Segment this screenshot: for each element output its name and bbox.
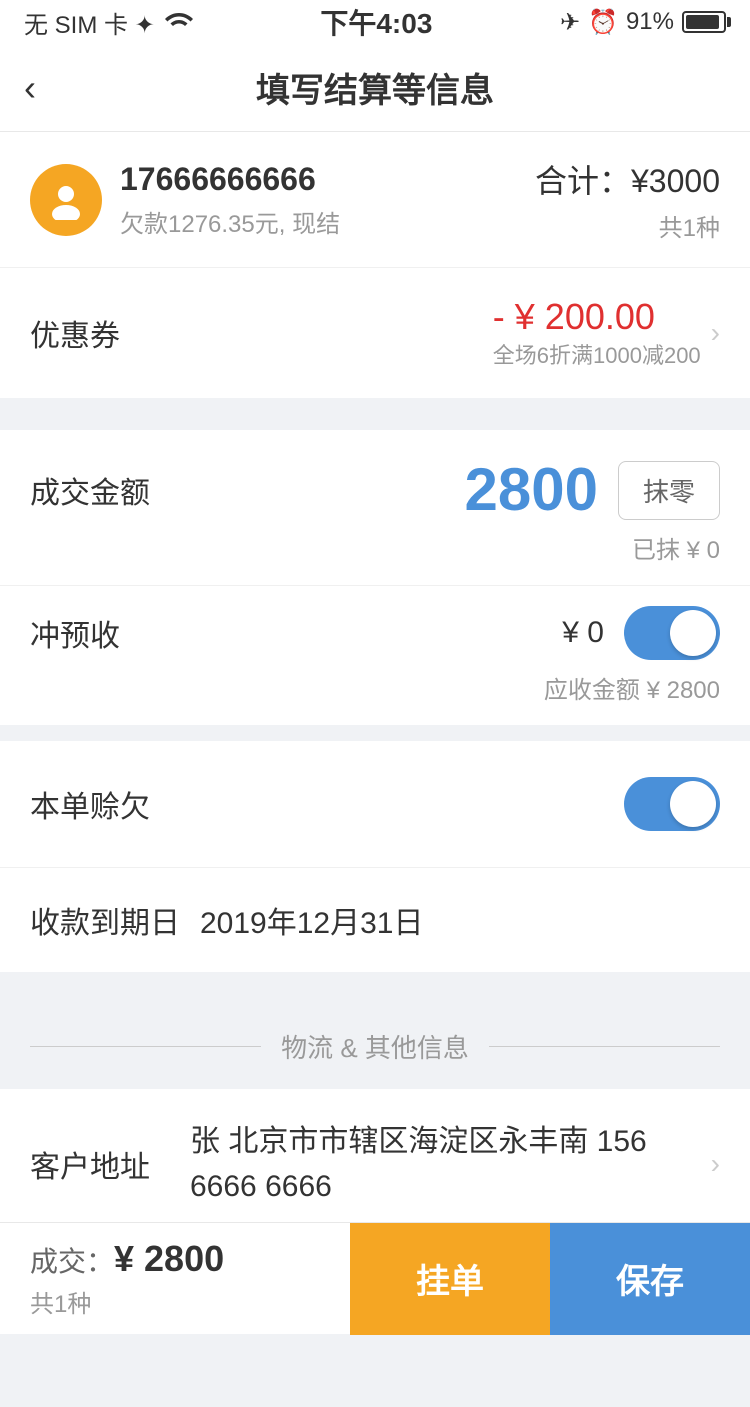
debt-label: 本单赊欠 <box>30 782 150 826</box>
date-label: 收款到期日 <box>30 898 180 942</box>
coupon-right: - ¥ 200.00 全场6折满1000减200 › <box>493 296 720 370</box>
bottom-count: 共1种 <box>30 1284 320 1319</box>
address-value: 张 北京市市辖区海淀区永丰南 156 6666 6666 <box>190 1119 711 1209</box>
advance-toggle[interactable] <box>624 606 720 660</box>
round-button[interactable]: 抹零 <box>618 461 720 520</box>
section-divider-2 <box>0 725 750 741</box>
advance-row: 冲预收 ¥ 0 <box>0 585 750 670</box>
customer-phone: 17666666666 <box>120 161 340 198</box>
status-left: 无 SIM 卡 ✦ <box>24 5 193 40</box>
coupon-chevron-icon: › <box>711 317 720 349</box>
save-button[interactable]: 保存 <box>550 1223 750 1335</box>
date-row: 收款到期日 2019年12月31日 <box>0 867 750 972</box>
avatar <box>30 164 102 236</box>
debt-section: 本单赊欠 收款到期日 2019年12月31日 <box>0 741 750 972</box>
alarm-icon: ⏰ <box>588 8 618 37</box>
status-right: ✈ ⏰ 91% <box>560 8 726 37</box>
deal-sub: 已抹 ¥ 0 <box>0 530 750 585</box>
battery-percent: 91% <box>626 8 674 36</box>
customer-info: 17666666666 欠款1276.35元, 现结 <box>120 161 340 239</box>
nav-bar: ‹ 填写结算等信息 <box>0 44 750 132</box>
status-time: 下午4:03 <box>320 2 432 42</box>
bottom-total-amount: ¥ 2800 <box>114 1238 224 1279</box>
bottom-info: 成交：¥ 2800 共1种 <box>0 1238 350 1319</box>
status-bar: 无 SIM 卡 ✦ 下午4:03 ✈ ⏰ 91% <box>0 0 750 44</box>
address-chevron-icon: › <box>711 1148 720 1180</box>
coupon-amount: - ¥ 200.00 <box>493 296 701 338</box>
sim-icon: 无 SIM 卡 ✦ <box>24 5 155 40</box>
toggle-knob <box>670 610 716 656</box>
coupon-row[interactable]: 优惠券 - ¥ 200.00 全场6折满1000减200 › <box>0 267 750 398</box>
deal-right: 2800 抹零 <box>465 460 721 520</box>
address-label: 客户地址 <box>30 1142 150 1186</box>
advance-right: ¥ 0 <box>562 606 720 660</box>
customer-section: 17666666666 欠款1276.35元, 现结 合计：¥3000 共1种 … <box>0 132 750 398</box>
coupon-desc: 全场6折满1000减200 <box>493 338 701 370</box>
date-value: 2019年12月31日 <box>200 898 423 942</box>
debt-toggle-knob <box>670 781 716 827</box>
logistics-divider: 物流 & 其他信息 <box>0 1004 750 1089</box>
location-icon: ✈ <box>560 8 580 37</box>
battery-icon <box>682 11 726 33</box>
advance-label: 冲预收 <box>30 611 120 655</box>
advance-sub: 应收金额 ¥ 2800 <box>0 670 750 725</box>
deal-row: 成交金额 2800 抹零 <box>0 430 750 530</box>
coupon-label: 优惠券 <box>30 311 120 355</box>
divider-line-right <box>489 1046 720 1047</box>
hold-button[interactable]: 挂单 <box>350 1223 550 1335</box>
deal-section: 成交金额 2800 抹零 已抹 ¥ 0 冲预收 ¥ 0 应收金额 ¥ 2800 <box>0 430 750 725</box>
deal-amount: 2800 <box>465 460 598 520</box>
address-row[interactable]: 客户地址 张 北京市市辖区海淀区永丰南 156 6666 6666 › <box>0 1089 750 1239</box>
content: 17666666666 欠款1276.35元, 现结 合计：¥3000 共1种 … <box>0 132 750 1407</box>
customer-right: 合计：¥3000 共1种 <box>535 156 720 243</box>
bottom-bar: 成交：¥ 2800 共1种 挂单 保存 <box>0 1222 750 1334</box>
customer-left: 17666666666 欠款1276.35元, 现结 <box>30 161 340 239</box>
deal-label: 成交金额 <box>30 468 150 512</box>
address-section: 客户地址 张 北京市市辖区海淀区永丰南 156 6666 6666 › <box>0 1089 750 1239</box>
customer-count: 共1种 <box>535 208 720 243</box>
debt-toggle[interactable] <box>624 777 720 831</box>
section-divider-1 <box>0 414 750 430</box>
customer-total: 合计：¥3000 <box>535 156 720 202</box>
divider-line-left <box>30 1046 261 1047</box>
page-title: 填写结算等信息 <box>256 63 494 112</box>
bottom-total: 成交：¥ 2800 <box>30 1238 320 1280</box>
wifi-icon <box>165 8 193 37</box>
back-button[interactable]: ‹ <box>24 67 36 109</box>
customer-debt: 欠款1276.35元, 现结 <box>120 204 340 239</box>
advance-amount: ¥ 0 <box>562 616 604 650</box>
section-divider-3 <box>0 988 750 1004</box>
bottom-total-label: 成交： <box>30 1246 114 1277</box>
logistics-label: 物流 & 其他信息 <box>281 1028 469 1065</box>
debt-row: 本单赊欠 <box>0 741 750 867</box>
customer-row: 17666666666 欠款1276.35元, 现结 合计：¥3000 共1种 <box>0 132 750 267</box>
